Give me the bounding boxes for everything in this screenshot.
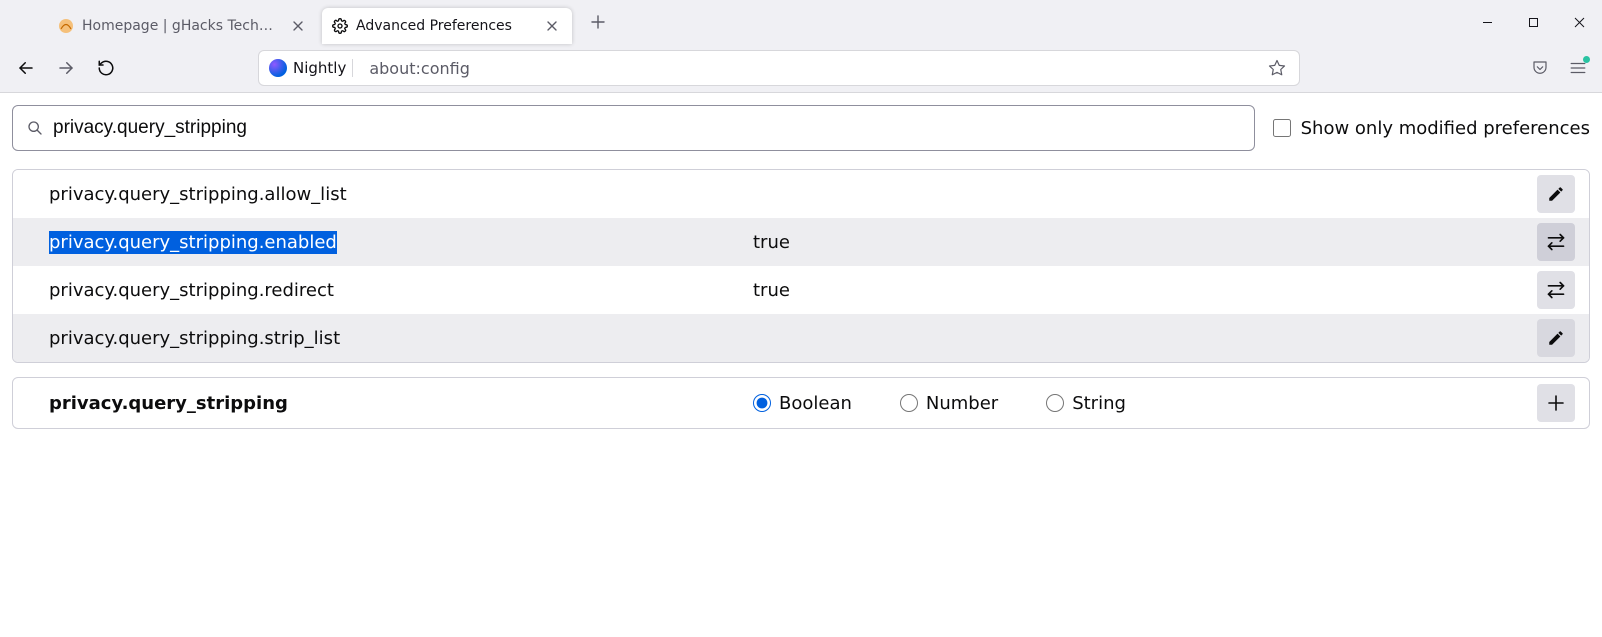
close-tab-icon[interactable] [288,16,308,36]
add-pref-row: privacy.query_stripping Boolean Number S… [12,377,1590,429]
close-window-button[interactable] [1556,0,1602,44]
show-modified-toggle[interactable]: Show only modified preferences [1273,118,1590,139]
type-radio-boolean[interactable]: Boolean [753,393,852,414]
type-radio-string[interactable]: String [1046,393,1126,414]
tab-strip: Homepage | gHacks Technolog Advanced Pre… [0,0,1602,44]
pref-row[interactable]: privacy.query_stripping.allow_list [13,170,1589,218]
toggle-arrows-icon [1546,280,1566,300]
add-pref-button[interactable] [1537,384,1575,422]
identity-box[interactable]: Nightly [265,57,361,79]
pref-row[interactable]: privacy.query_stripping.strip_list [13,314,1589,362]
identity-label: Nightly [293,59,353,77]
url-bar[interactable]: Nightly about:config [258,50,1300,86]
add-pref-name: privacy.query_stripping [49,393,729,414]
show-modified-label: Show only modified preferences [1301,118,1590,139]
nav-toolbar: Nightly about:config [0,44,1602,92]
minimize-button[interactable] [1464,0,1510,44]
edit-pref-button[interactable] [1537,175,1575,213]
tab-title: Homepage | gHacks Technolog [82,18,280,34]
prefs-table: privacy.query_stripping.allow_list priva… [12,169,1590,363]
back-button[interactable] [8,50,44,86]
add-pref-type-group: Boolean Number String [753,393,1513,414]
config-search-box[interactable] [12,105,1255,151]
pref-name: privacy.query_stripping.allow_list [49,184,729,205]
tab-title: Advanced Preferences [356,18,534,34]
hamburger-menu-icon[interactable] [1562,52,1594,84]
pref-value: true [753,280,1513,301]
type-radio-input[interactable] [1046,394,1064,412]
reload-button[interactable] [88,50,124,86]
config-search-input[interactable] [53,117,1240,139]
pocket-icon[interactable] [1524,52,1556,84]
tab-ghacks[interactable]: Homepage | gHacks Technolog [48,8,318,44]
pencil-icon [1547,329,1565,347]
maximize-button[interactable] [1510,0,1556,44]
about-config-page: Show only modified preferences privacy.q… [0,93,1602,441]
window-controls [1464,0,1602,44]
close-tab-icon[interactable] [542,16,562,36]
update-badge-icon [1583,56,1590,63]
ghacks-favicon [58,18,74,34]
toggle-arrows-icon [1546,232,1566,252]
type-radio-input[interactable] [753,394,771,412]
toggle-pref-button[interactable] [1537,223,1575,261]
gear-icon [332,18,348,34]
pref-row[interactable]: privacy.query_stripping.redirect true [13,266,1589,314]
show-modified-checkbox[interactable] [1273,119,1291,137]
browser-chrome: Homepage | gHacks Technolog Advanced Pre… [0,0,1602,93]
pref-row[interactable]: privacy.query_stripping.enabled true [13,218,1589,266]
forward-button[interactable] [48,50,84,86]
config-search-row: Show only modified preferences [12,105,1590,151]
pref-name: privacy.query_stripping.strip_list [49,328,729,349]
new-tab-button[interactable] [582,6,614,38]
toggle-pref-button[interactable] [1537,271,1575,309]
search-icon [27,120,43,136]
toolbar-end [1524,52,1594,84]
type-radio-input[interactable] [900,394,918,412]
edit-pref-button[interactable] [1537,319,1575,357]
firefox-logo-icon [269,59,287,77]
plus-icon [1548,395,1564,411]
pencil-icon [1547,185,1565,203]
type-radio-number[interactable]: Number [900,393,998,414]
url-text: about:config [369,59,1253,78]
tab-advanced-preferences[interactable]: Advanced Preferences [322,8,572,44]
bookmark-star-icon[interactable] [1261,52,1293,84]
pref-value: true [753,232,1513,253]
pref-name: privacy.query_stripping.redirect [49,280,729,301]
pref-name: privacy.query_stripping.enabled [49,232,729,253]
